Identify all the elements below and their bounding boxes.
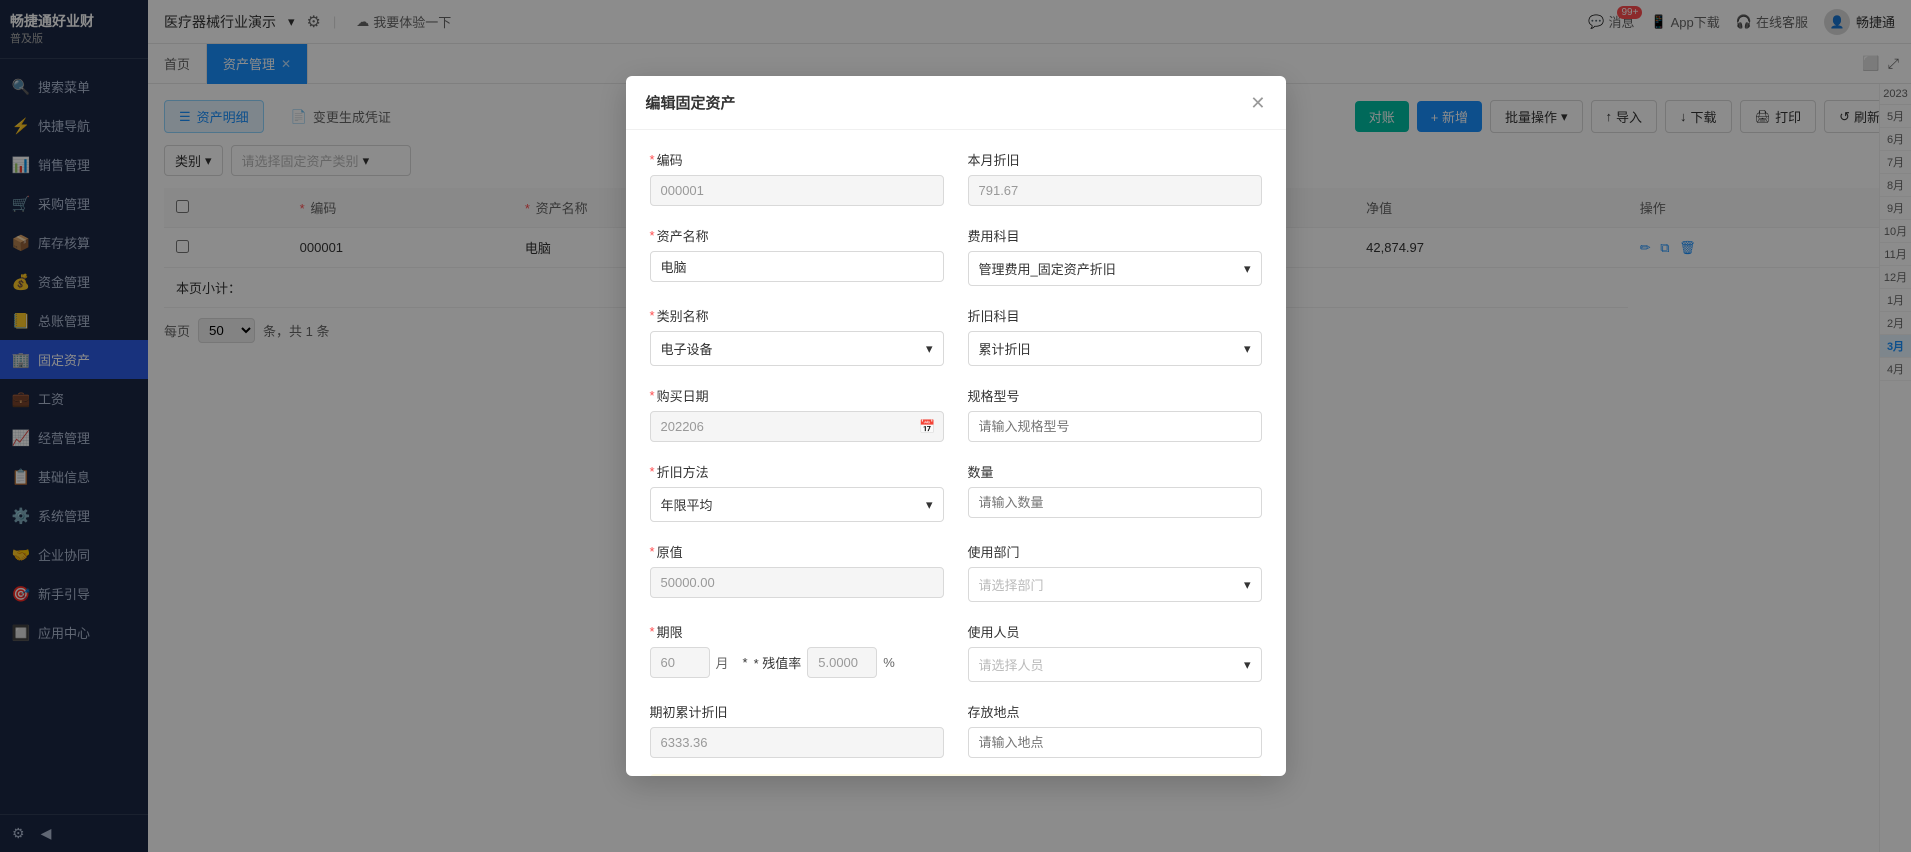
form-item-name: * 资产名称 [650,226,944,286]
spec-label: 规格型号 [968,386,1262,405]
department-label: 使用部门 [968,542,1262,561]
residual-rate-unit: % [883,655,895,670]
expense-subject-value: 管理费用_固定资产折旧 [979,259,1116,278]
form-grid: * 编码 本月折旧 * 资产名称 [650,150,1262,758]
modal-header: 编辑固定资产 ✕ [626,76,1286,130]
department-placeholder: 请选择部门 [979,575,1044,594]
category-value: 电子设备 [661,339,713,358]
purchase-date-wrapper: 📅 [650,411,944,442]
purchase-date-label: * 购买日期 [650,386,944,405]
period-label: * 期限 [650,622,944,641]
location-label: 存放地点 [968,702,1262,721]
initial-dep-label: 期初累计折旧 [650,702,944,721]
form-item-department: 使用部门 请选择部门 ▾ [968,542,1262,602]
form-item-original-value: * 原值 [650,542,944,602]
staff-label: 使用人员 [968,622,1262,641]
modal-note: 注：已经存在变更记录或者对应固定资产已经生成凭证，原值、购买日期、残值率、累计折… [650,774,1262,776]
category-label: * 类别名称 [650,306,944,325]
form-item-dep-method: * 折旧方法 年限平均 ▾ [650,462,944,522]
dep-subject-value: 累计折旧 [979,339,1031,358]
dep-subject-label: 折旧科目 [968,306,1262,325]
form-item-expense-subject: 费用科目 管理费用_固定资产折旧 ▾ [968,226,1262,286]
original-value-input[interactable] [650,567,944,598]
quantity-input[interactable] [968,487,1262,518]
dep-subject-select[interactable]: 累计折旧 ▾ [968,331,1262,366]
quantity-label: 数量 [968,462,1262,481]
form-item-category: * 类别名称 电子设备 ▾ [650,306,944,366]
modal-overlay: 编辑固定资产 ✕ * 编码 本月折旧 [0,0,1911,852]
chevron-down-icon: ▾ [1244,341,1251,357]
form-item-purchase-date: * 购买日期 📅 [650,386,944,442]
category-select[interactable]: 电子设备 ▾ [650,331,944,366]
staff-select[interactable]: 请选择人员 ▾ [968,647,1262,682]
form-item-spec: 规格型号 [968,386,1262,442]
staff-placeholder: 请选择人员 [979,655,1044,674]
code-label: * 编码 [650,150,944,169]
chevron-down-icon: ▾ [1244,577,1251,593]
form-item-initial-dep: 期初累计折旧 [650,702,944,758]
expense-subject-label: 费用科目 [968,226,1262,245]
calendar-icon[interactable]: 📅 [919,419,935,435]
department-select[interactable]: 请选择部门 ▾ [968,567,1262,602]
monthly-dep-label: 本月折旧 [968,150,1262,169]
form-item-staff: 使用人员 请选择人员 ▾ [968,622,1262,682]
residual-rate-label: * 残值率 [754,653,802,672]
chevron-down-icon: ▾ [926,341,933,357]
modal-close-button[interactable]: ✕ [1250,94,1265,112]
dep-method-value: 年限平均 [661,495,713,514]
spec-input[interactable] [968,411,1262,442]
edit-asset-modal: 编辑固定资产 ✕ * 编码 本月折旧 [626,76,1286,776]
form-item-code: * 编码 [650,150,944,206]
purchase-date-input[interactable] [650,411,944,442]
residual-rate-input[interactable] [807,647,877,678]
period-input[interactable] [650,647,710,678]
modal-title: 编辑固定资产 [646,92,736,113]
initial-dep-input [650,727,944,758]
dep-method-label: * 折旧方法 [650,462,944,481]
chevron-down-icon: ▾ [926,497,933,513]
form-item-monthly-dep: 本月折旧 [968,150,1262,206]
form-item-location: 存放地点 [968,702,1262,758]
monthly-dep-input [968,175,1262,206]
form-item-period: * 期限 月 * * 残值率 % [650,622,944,682]
name-input[interactable] [650,251,944,282]
period-inline: 月 * * 残值率 % [650,647,944,678]
name-label: * 资产名称 [650,226,944,245]
code-input[interactable] [650,175,944,206]
period-unit: 月 [716,653,729,672]
original-value-label: * 原值 [650,542,944,561]
form-item-quantity: 数量 [968,462,1262,522]
expense-subject-select[interactable]: 管理费用_固定资产折旧 ▾ [968,251,1262,286]
form-item-dep-subject: 折旧科目 累计折旧 ▾ [968,306,1262,366]
chevron-down-icon: ▾ [1244,657,1251,673]
location-input[interactable] [968,727,1262,758]
chevron-down-icon: ▾ [1244,261,1251,277]
dep-method-select[interactable]: 年限平均 ▾ [650,487,944,522]
modal-body: * 编码 本月折旧 * 资产名称 [626,130,1286,776]
